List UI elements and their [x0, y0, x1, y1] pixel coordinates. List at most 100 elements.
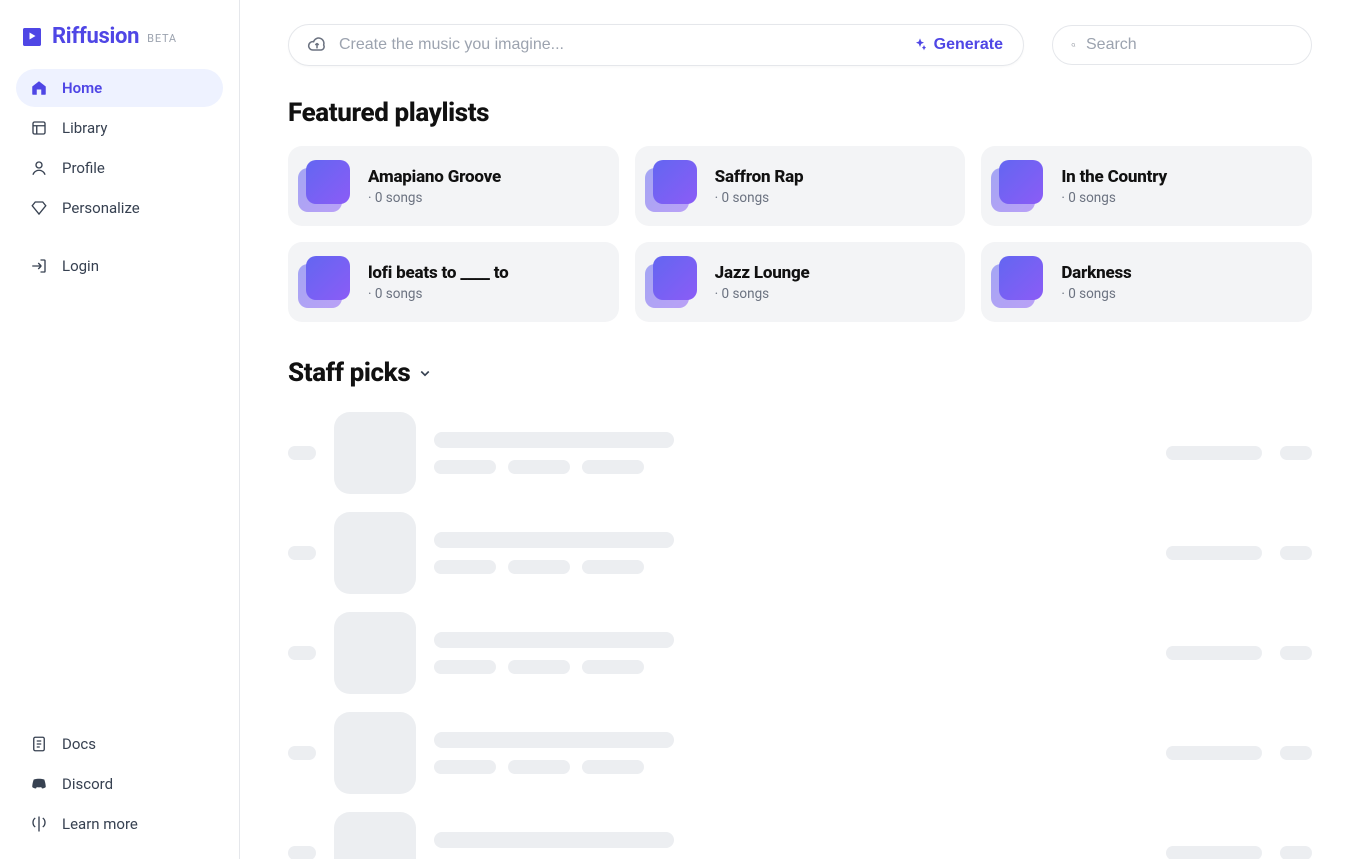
skeleton-tag: [582, 760, 644, 774]
primary-nav: Home Library Profile Personalize Login: [16, 69, 223, 285]
playlist-card[interactable]: Darkness · 0 songs: [981, 242, 1312, 322]
playlist-info: lofi beats to ____ to· 0 songs: [368, 263, 508, 302]
skeleton-title: [434, 632, 674, 648]
featured-heading: Featured playlists: [288, 98, 1312, 128]
playlist-card[interactable]: Saffron Rap· 0 songs: [635, 146, 966, 226]
skeleton-title: [434, 732, 674, 748]
skeleton-tags: [434, 560, 1148, 574]
playlist-card[interactable]: Amapiano Groove · 0 songs: [288, 146, 619, 226]
skeleton-tag: [582, 560, 644, 574]
user-icon: [30, 159, 48, 177]
sidebar-item-label: Profile: [62, 159, 105, 177]
sidebar-footer: Docs Discord Learn more: [16, 725, 223, 843]
sidebar-item-profile[interactable]: Profile: [16, 149, 223, 187]
playlist-meta: · 0 songs: [1061, 286, 1131, 302]
skeleton-right: [1166, 446, 1262, 460]
skeleton-text-col: [434, 432, 1148, 474]
playlist-meta: · 0 songs: [368, 190, 501, 206]
playlist-name: lofi beats to ____ to: [368, 263, 508, 283]
generate-bar[interactable]: Generate: [288, 24, 1024, 66]
playlist-card[interactable]: In the Country· 0 songs: [981, 146, 1312, 226]
playlist-name: In the Country: [1061, 167, 1167, 187]
sidebar-item-personalize[interactable]: Personalize: [16, 189, 223, 227]
sparkle-icon: [912, 37, 928, 53]
skeleton-right: [1166, 546, 1262, 560]
skeleton-text-col: [434, 632, 1148, 674]
home-icon: [30, 79, 48, 97]
skeleton-artwork: [334, 712, 416, 794]
login-icon: [30, 257, 48, 275]
playlist-card[interactable]: lofi beats to ____ to· 0 songs: [288, 242, 619, 322]
brand-badge: BETA: [147, 32, 177, 49]
cloud-upload-icon: [307, 35, 327, 55]
prompt-input[interactable]: [339, 36, 900, 54]
skeleton-row: [288, 812, 1312, 859]
sidebar-item-discord[interactable]: Discord: [16, 765, 223, 803]
skeleton-row: [288, 412, 1312, 494]
skeleton-end: [1280, 746, 1312, 760]
sidebar-item-label: Login: [62, 257, 99, 275]
playlist-name: Jazz Lounge: [715, 263, 810, 283]
playlist-info: Amapiano Groove · 0 songs: [368, 167, 501, 206]
playlist-info: Saffron Rap· 0 songs: [715, 167, 804, 206]
skeleton-artwork: [334, 812, 416, 859]
skeleton-index: [288, 646, 316, 660]
sidebar-item-docs[interactable]: Docs: [16, 725, 223, 763]
sidebar-item-library[interactable]: Library: [16, 109, 223, 147]
brand[interactable]: Riffusion BETA: [16, 16, 223, 69]
skeleton-tag: [434, 660, 496, 674]
skeleton-artwork: [334, 612, 416, 694]
playlist-thumb-icon: [997, 162, 1045, 210]
sidebar-item-learn-more[interactable]: Learn more: [16, 805, 223, 843]
staff-picks-list-loading: [288, 412, 1312, 859]
skeleton-tag: [582, 660, 644, 674]
main-content: Generate Featured playlists Amapiano Gro…: [240, 0, 1360, 859]
search-input[interactable]: [1086, 36, 1293, 54]
skeleton-title: [434, 532, 674, 548]
skeleton-artwork: [334, 412, 416, 494]
discord-icon: [30, 775, 48, 793]
skeleton-tags: [434, 660, 1148, 674]
featured-playlists-grid: Amapiano Groove · 0 songs Saffron Rap· 0 s…: [288, 146, 1312, 322]
sidebar-item-label: Home: [62, 79, 102, 97]
playlist-thumb-icon: [304, 162, 352, 210]
skeleton-index: [288, 446, 316, 460]
sidebar-login[interactable]: Login: [16, 247, 223, 285]
skeleton-right: [1166, 746, 1262, 760]
playlist-name: Darkness: [1061, 263, 1131, 283]
skeleton-tag: [434, 460, 496, 474]
staff-picks-heading[interactable]: Staff picks: [288, 358, 1312, 388]
skeleton-right: [1166, 646, 1262, 660]
skeleton-row: [288, 512, 1312, 594]
skeleton-artwork: [334, 512, 416, 594]
sidebar-item-home[interactable]: Home: [16, 69, 223, 107]
playlist-card[interactable]: Jazz Lounge · 0 songs: [635, 242, 966, 322]
staff-picks-title: Staff picks: [288, 358, 410, 388]
skeleton-tag: [508, 760, 570, 774]
playlist-thumb-icon: [997, 258, 1045, 306]
skeleton-tags: [434, 460, 1148, 474]
skeleton-end: [1280, 546, 1312, 560]
chevron-down-icon: [416, 364, 434, 382]
skeleton-index: [288, 546, 316, 560]
skeleton-end: [1280, 446, 1312, 460]
skeleton-text-col: [434, 732, 1148, 774]
playlist-info: Darkness · 0 songs: [1061, 263, 1131, 302]
sidebar: Riffusion BETA Home Library Profile Pers…: [0, 0, 240, 859]
generate-button[interactable]: Generate: [912, 36, 1003, 54]
skeleton-index: [288, 846, 316, 859]
skeleton-right: [1166, 846, 1262, 859]
playlist-name: Amapiano Groove: [368, 167, 501, 187]
playlist-info: In the Country· 0 songs: [1061, 167, 1167, 206]
skeleton-text-col: [434, 532, 1148, 574]
library-icon: [30, 119, 48, 137]
sidebar-item-label: Docs: [62, 735, 96, 753]
skeleton-tag: [508, 460, 570, 474]
skeleton-tags: [434, 760, 1148, 774]
playlist-thumb-icon: [651, 258, 699, 306]
playlist-meta: · 0 songs: [715, 286, 810, 302]
playlist-thumb-icon: [304, 258, 352, 306]
search-bar[interactable]: [1052, 25, 1312, 65]
sidebar-item-label: Personalize: [62, 199, 140, 217]
sidebar-item-label: Discord: [62, 775, 113, 793]
